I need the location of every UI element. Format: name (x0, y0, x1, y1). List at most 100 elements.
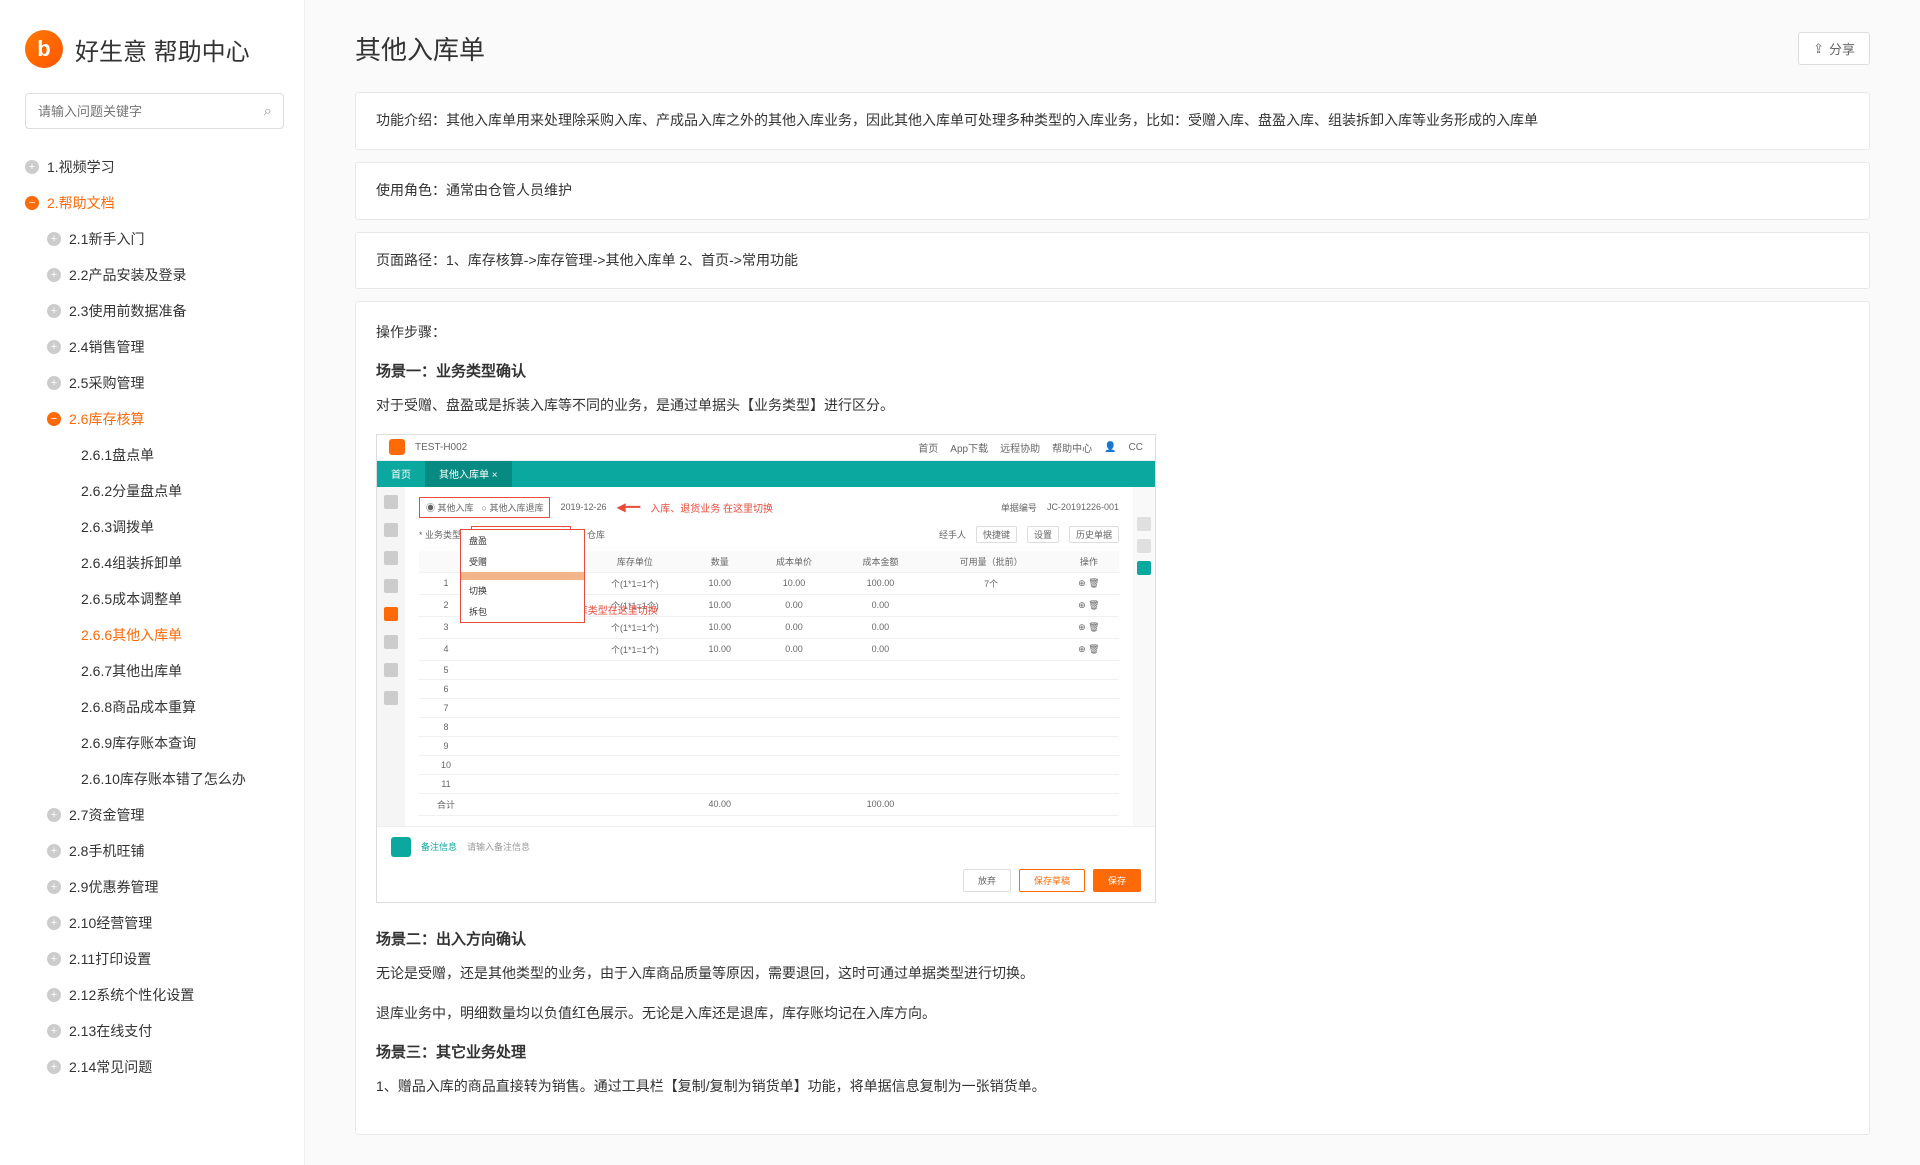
scene2-desc1: 无论是受赠，还是其他类型的业务，由于入库商品质量等原因，需要退回，这时可通过单据… (376, 961, 1849, 986)
scene3-desc: 1、赠品入库的商品直接转为销售。通过工具栏【复制/复制为销货单】功能，将单据信息… (376, 1074, 1849, 1099)
nav-2-4[interactable]: +2.4销售管理 (25, 329, 284, 365)
ss-dropdown: 盘盈 受赠 切换 拆包 (460, 529, 585, 623)
nav-2-5[interactable]: +2.5采购管理 (25, 365, 284, 401)
ss-link-home: 首页 (918, 440, 938, 455)
inventory-icon (384, 607, 398, 621)
home-icon (384, 495, 398, 509)
plus-icon: + (47, 232, 61, 246)
share-button[interactable]: ⇪分享 (1798, 32, 1870, 65)
ss-link-remote: 远程协助 (1000, 440, 1040, 455)
nav-2-3[interactable]: +2.3使用前数据准备 (25, 293, 284, 329)
scene1-desc: 对于受赠、盘盈或是拆装入库等不同的业务，是通过单据头【业务类型】进行区分。 (376, 393, 1849, 418)
nav-2-8[interactable]: +2.8手机旺铺 (25, 833, 284, 869)
scene2-title: 场景二：出入方向确认 (376, 928, 1849, 949)
scene1-title: 场景一：业务类型确认 (376, 360, 1849, 381)
ss-topbar: TEST-H002 首页 App下载 远程协助 帮助中心 👤 CC (377, 435, 1155, 461)
search-input[interactable] (25, 93, 284, 129)
nav-2-6-8[interactable]: 2.6.8商品成本重算 (25, 689, 284, 725)
role-label: 使用角色： (376, 182, 446, 198)
content-box: 操作步骤： 场景一：业务类型确认 对于受赠、盘盈或是拆装入库等不同的业务，是通过… (355, 301, 1870, 1135)
plus-icon: + (25, 160, 39, 174)
nav-video-learning[interactable]: +1.视频学习 (25, 149, 284, 185)
tool-icon (1137, 539, 1151, 553)
nav-2-7[interactable]: +2.7资金管理 (25, 797, 284, 833)
logo-icon: b (25, 30, 63, 68)
nav-2-6-5[interactable]: 2.6.5成本调整单 (25, 581, 284, 617)
minus-icon: − (25, 196, 39, 210)
nav-2-6-10[interactable]: 2.6.10库存账本错了怎么办 (25, 761, 284, 797)
plus-icon: + (47, 268, 61, 282)
nav-2-6-6[interactable]: 2.6.6其他入库单 (25, 617, 284, 653)
intro-box: 功能介绍：其他入库单用来处理除采购入库、产成品入库之外的其他入库业务，因此其他入… (355, 92, 1870, 150)
nav-2-6-1[interactable]: 2.6.1盘点单 (25, 437, 284, 473)
ss-tab-active: 其他入库单 × (425, 461, 512, 487)
ss-setting: 设置 (1027, 526, 1059, 543)
nav-2-11[interactable]: +2.11打印设置 (25, 941, 284, 977)
role-text: 通常由仓管人员维护 (446, 182, 572, 198)
plus-icon: + (47, 952, 61, 966)
nav-2-6[interactable]: −2.6库存核算 (25, 401, 284, 437)
nav-2-6-4[interactable]: 2.6.4组装拆卸单 (25, 545, 284, 581)
search-icon[interactable]: ⌕ (264, 103, 272, 120)
ss-form: ◉ 其他入库 ○ 其他入库退库 2019-12-26 ◀━━ 入库、退货业务 在… (405, 487, 1133, 826)
plus-icon: + (47, 988, 61, 1002)
report-icon (384, 579, 398, 593)
nav-2-14[interactable]: +2.14常见问题 (25, 1049, 284, 1085)
sidebar: b 好生意 帮助中心 ⌕ +1.视频学习 −2.帮助文档 +2.1新手入门 +2… (0, 0, 305, 1165)
nav-2-10[interactable]: +2.10经营管理 (25, 905, 284, 941)
nav-2-6-7[interactable]: 2.6.7其他出库单 (25, 653, 284, 689)
nav-2-9[interactable]: +2.9优惠券管理 (25, 869, 284, 905)
ss-radio-group: ◉ 其他入库 ○ 其他入库退库 (419, 497, 550, 518)
nav-2-6-9[interactable]: 2.6.9库存账本查询 (25, 725, 284, 761)
ss-history: 历史单据 (1069, 526, 1119, 543)
path-label: 页面路径： (376, 252, 446, 268)
ss-link-app: App下载 (950, 440, 988, 455)
plus-icon: + (47, 916, 61, 930)
store-icon (384, 663, 398, 677)
ss-leftbar (377, 487, 405, 826)
ss-user: CC (1129, 442, 1143, 453)
ss-date: 2019-12-26 (560, 502, 606, 512)
scene2-desc2: 退库业务中，明细数量均以负值红色展示。无论是入库还是退库，库存账均记在入库方向。 (376, 1001, 1849, 1026)
nav-help-docs[interactable]: −2.帮助文档 (25, 185, 284, 221)
ss-link-help: 帮助中心 (1052, 440, 1092, 455)
scene3-title: 场景三：其它业务处理 (376, 1041, 1849, 1062)
nav-2-1[interactable]: +2.1新手入门 (25, 221, 284, 257)
logo-text: 好生意 帮助中心 (75, 32, 250, 67)
tool-icon (1137, 517, 1151, 531)
nav-2-13[interactable]: +2.13在线支付 (25, 1013, 284, 1049)
role-box: 使用角色：通常由仓管人员维护 (355, 162, 1870, 220)
nav-2-6-2[interactable]: 2.6.2分量盘点单 (25, 473, 284, 509)
intro-text: 其他入库单用来处理除采购入库、产成品入库之外的其他入库业务，因此其他入库单可处理… (446, 112, 1538, 128)
intro-label: 功能介绍： (376, 112, 446, 128)
plus-icon: + (47, 1060, 61, 1074)
plus-icon: + (47, 340, 61, 354)
box-icon (384, 551, 398, 565)
embedded-screenshot: TEST-H002 首页 App下载 远程协助 帮助中心 👤 CC 首页 其他入… (376, 434, 1156, 903)
plus-icon: + (47, 1024, 61, 1038)
path-text: 1、库存核算->库存管理->其他入库单 2、首页->常用功能 (446, 252, 798, 268)
arrow-icon: ◀━━ (617, 500, 641, 514)
share-icon: ⇪ (1813, 41, 1824, 57)
ss-tabs: 首页 其他入库单 × (377, 461, 1155, 487)
finance-icon (384, 635, 398, 649)
ss-shortcut: 快捷键 (976, 526, 1017, 543)
path-box: 页面路径：1、库存核算->库存管理->其他入库单 2、首页->常用功能 (355, 232, 1870, 290)
ss-tab-home: 首页 (377, 461, 425, 487)
logo: b 好生意 帮助中心 (25, 30, 284, 68)
search-box: ⌕ (25, 93, 284, 129)
plus-icon: + (47, 844, 61, 858)
ss-cancel-button: 放弃 (963, 869, 1011, 892)
minus-icon: − (47, 412, 61, 426)
nav-2-6-3[interactable]: 2.6.3调拨单 (25, 509, 284, 545)
ss-annotation1: 入库、退货业务 在这里切换 (650, 500, 773, 515)
nav-2-12[interactable]: +2.12系统个性化设置 (25, 977, 284, 1013)
ss-logo-icon (389, 439, 405, 455)
page-title: 其他入库单 (355, 30, 485, 67)
plus-icon: + (47, 808, 61, 822)
ss-footer: 备注信息 请输入备注信息 放弃 保存草稿 保存 (377, 826, 1155, 902)
cart-icon (384, 523, 398, 537)
nav-2-2[interactable]: +2.2产品安装及登录 (25, 257, 284, 293)
main-content: 其他入库单 ⇪分享 功能介绍：其他入库单用来处理除采购入库、产成品入库之外的其他… (305, 0, 1920, 1165)
plus-icon: + (47, 304, 61, 318)
